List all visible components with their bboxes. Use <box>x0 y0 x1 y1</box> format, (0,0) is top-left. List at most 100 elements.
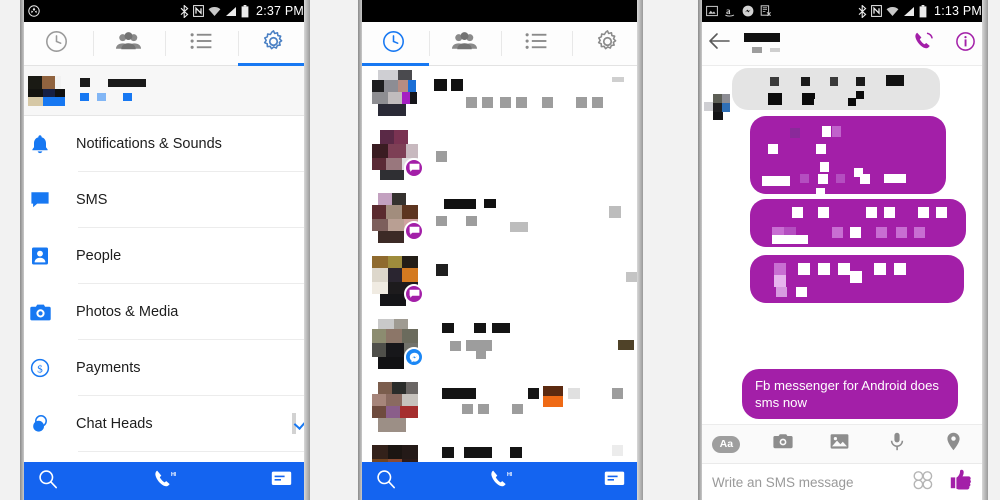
bell-icon <box>30 134 76 155</box>
nfc-icon <box>871 5 882 17</box>
phone-bezel-right <box>637 0 643 500</box>
clock-icon <box>381 29 406 59</box>
message-bubble-outgoing-redacted[interactable] <box>750 255 964 303</box>
conversation-time-redacted <box>618 340 634 350</box>
phone-screenshot-conversations: HD <box>358 0 643 500</box>
settings-item-label: SMS <box>76 192 108 208</box>
conversation-name-redacted <box>442 323 454 333</box>
settings-item-sms[interactable]: SMS <box>20 172 310 228</box>
conversation-preview-redacted <box>466 97 477 108</box>
app-icon <box>760 5 772 17</box>
messenger-badge-icon <box>404 347 424 367</box>
list-item[interactable] <box>358 66 637 124</box>
bottom-nav-panel2: HD <box>358 462 643 500</box>
phone-bezel-right <box>982 0 988 500</box>
tab-list[interactable] <box>500 22 572 65</box>
chat-bubble-icon <box>30 190 76 210</box>
avatar <box>372 445 422 462</box>
message-bubble-outgoing-redacted[interactable] <box>750 199 966 247</box>
nav-calls-button[interactable]: HD <box>123 469 208 494</box>
avatar <box>372 382 422 432</box>
nav-search-button[interactable] <box>20 469 123 494</box>
status-bar-left-icons <box>28 5 180 17</box>
settings-item-label: Chat Heads <box>76 416 153 432</box>
list-item[interactable] <box>358 124 637 187</box>
settings-item-label: Payments <box>76 360 141 376</box>
list-item[interactable] <box>358 250 637 313</box>
settings-item-label: Photos & Media <box>76 304 179 320</box>
clock-icon <box>44 29 69 59</box>
settings-item-chat-heads[interactable]: Chat Heads <box>20 396 310 452</box>
aa-icon: Aa <box>712 435 741 453</box>
bluetooth-icon <box>858 4 867 18</box>
wifi-icon <box>208 6 221 17</box>
message-input-row[interactable]: Write an SMS message <box>698 463 982 500</box>
conversation-time-redacted <box>609 206 621 218</box>
wifi-icon <box>886 6 899 17</box>
list-item[interactable] <box>358 313 637 376</box>
voice-button[interactable] <box>868 432 925 456</box>
sms-badge-icon <box>404 221 424 241</box>
signal-icon <box>903 6 915 17</box>
location-button[interactable] <box>925 432 982 456</box>
list-item[interactable] <box>358 187 637 250</box>
composer-icon-row: Aa <box>698 425 982 463</box>
conversation-name-redacted <box>444 199 476 209</box>
message-bubble-outgoing-redacted[interactable] <box>750 116 946 196</box>
conversation-name-redacted <box>436 264 448 276</box>
dollar-coin-icon: $ <box>30 358 76 378</box>
chat-heads-checkbox[interactable] <box>292 413 296 434</box>
settings-item-people[interactable]: People <box>20 228 310 284</box>
signal-icon <box>225 6 237 17</box>
tab-list[interactable] <box>165 22 238 65</box>
gallery-button[interactable] <box>812 433 869 455</box>
thumbs-up-icon[interactable] <box>950 469 972 495</box>
nav-search-button[interactable] <box>358 469 459 494</box>
conversation-time-redacted <box>626 272 637 282</box>
camera-icon <box>773 433 793 455</box>
screenshot-stage: 2:37 PM Notifications & Sounds SMS Peopl… <box>0 0 1000 500</box>
contact-name-redacted[interactable] <box>744 31 824 57</box>
text-format-button[interactable]: Aa <box>698 435 755 453</box>
list-icon <box>524 30 549 57</box>
nfc-icon <box>193 5 204 17</box>
conversation-preview-redacted <box>462 404 473 414</box>
conversation-list[interactable] <box>358 66 637 462</box>
conversation-name-redacted <box>442 447 454 458</box>
settings-item-notifications[interactable]: Notifications & Sounds <box>20 116 310 172</box>
info-icon[interactable] <box>955 31 976 57</box>
tab-groups[interactable] <box>92 22 166 65</box>
tab-settings[interactable] <box>571 22 643 65</box>
nav-new-message-button[interactable] <box>207 470 310 492</box>
chat-heads-icon <box>30 414 76 434</box>
message-bubble-outgoing[interactable]: Fb messenger for Android does sms now <box>742 369 976 419</box>
settings-item-payments[interactable]: $ Payments <box>20 340 310 396</box>
sticker-icon[interactable] <box>912 470 934 495</box>
tab-groups[interactable] <box>429 22 500 65</box>
message-input-placeholder[interactable]: Write an SMS message <box>712 475 912 490</box>
message-thread[interactable]: Fb messenger for Android does sms now <box>698 66 982 424</box>
people-icon <box>451 29 478 59</box>
people-icon <box>115 29 142 59</box>
phone-icon[interactable] <box>914 31 935 56</box>
tab-bar-panel2 <box>358 22 643 66</box>
message-bubble-incoming-redacted[interactable] <box>732 68 940 110</box>
compose-icon <box>604 470 625 492</box>
settings-item-photos-media[interactable]: Photos & Media <box>20 284 310 340</box>
tab-recent[interactable] <box>358 22 430 66</box>
profile-row[interactable] <box>20 66 310 116</box>
list-item[interactable] <box>358 439 637 462</box>
nav-new-message-button[interactable] <box>542 470 643 492</box>
status-bar-clock: 1:13 PM <box>934 4 982 18</box>
list-item[interactable] <box>358 376 637 439</box>
back-arrow-icon[interactable] <box>708 32 730 55</box>
status-bar-left-icons: a <box>706 5 858 17</box>
nav-calls-button[interactable]: HD <box>459 469 542 494</box>
profile-name-redacted <box>80 77 230 104</box>
camera-button[interactable] <box>755 433 812 455</box>
sms-badge-icon <box>404 158 424 178</box>
tab-settings[interactable] <box>237 22 310 66</box>
tab-recent[interactable] <box>20 22 93 65</box>
phone-bezel-left <box>698 0 702 500</box>
camera-icon <box>30 303 76 322</box>
